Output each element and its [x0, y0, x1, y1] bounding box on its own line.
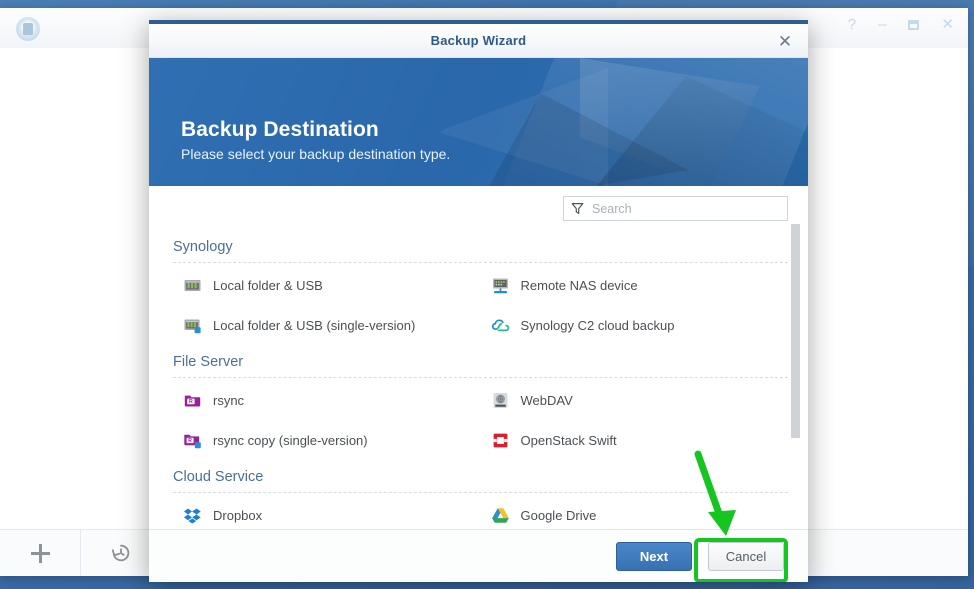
group-rows-file-server: R rsync WebDAV R rsync copy (single-vers… [173, 378, 788, 460]
synology-app-icon [16, 17, 40, 41]
nas-server-icon [491, 276, 510, 295]
dialog-content: Synology [149, 186, 808, 529]
destination-item-rsync-copy-single-version[interactable]: R rsync copy (single-version) [173, 420, 481, 460]
background-window-controls: ? – ✕ [848, 17, 954, 32]
search-input[interactable] [590, 200, 787, 217]
desktop-background: ? – ✕ Backup Wizard ✕ Backup Destination… [0, 0, 974, 589]
next-button[interactable]: Next [616, 541, 692, 571]
local-drive-icon [183, 276, 202, 295]
destination-label: Dropbox [213, 507, 263, 523]
destination-group-cloud-service: Cloud Service Dropbox Google Drive [173, 460, 788, 529]
help-icon[interactable]: ? [848, 17, 856, 32]
destination-list-scrollbar[interactable] [791, 224, 800, 521]
destination-label: OpenStack Swift [520, 432, 617, 448]
history-clock-icon [111, 544, 130, 562]
dialog-banner: Backup Destination Please select your ba… [149, 58, 808, 186]
banner-text-block: Backup Destination Please select your ba… [181, 118, 450, 162]
destination-item-remote-nas-device[interactable]: Remote NAS device [481, 265, 789, 305]
page-subtitle: Please select your backup destination ty… [181, 146, 451, 162]
search-box[interactable] [563, 196, 788, 221]
dropbox-icon [183, 506, 202, 525]
destination-label: Remote NAS device [520, 277, 638, 293]
search-row [563, 196, 788, 221]
group-rows-synology: Local folder & USB Remote NAS device Loc… [173, 263, 788, 345]
close-icon[interactable]: ✕ [941, 17, 954, 32]
destination-label: Local folder & USB [213, 277, 323, 293]
group-title-cloud-service: Cloud Service [173, 460, 788, 493]
destination-label: WebDAV [520, 392, 573, 408]
plus-icon [30, 543, 50, 563]
minimize-icon[interactable]: – [878, 17, 886, 32]
webdav-disk-icon [491, 391, 510, 410]
destination-list: Synology Local folder & USB Remote NAS d… [149, 230, 808, 529]
destination-label: rsync copy (single-version) [213, 432, 368, 448]
destination-label: rsync [213, 392, 245, 408]
destination-group-synology: Synology Local folder & USB Remote NAS d… [173, 230, 788, 345]
destination-item-synology-c2-cloud-backup[interactable]: Synology C2 cloud backup [481, 305, 789, 345]
destination-label: Google Drive [520, 507, 597, 523]
svg-text:R: R [189, 399, 193, 405]
scrollbar-thumb[interactable] [791, 224, 800, 438]
c2-cloud-icon [491, 316, 510, 335]
destination-item-local-folder-usb[interactable]: Local folder & USB [173, 265, 481, 305]
group-title-file-server: File Server [173, 345, 788, 378]
destination-item-google-drive[interactable]: Google Drive [481, 495, 789, 529]
svg-text:R: R [188, 438, 192, 444]
local-drive-single-version-icon [183, 316, 202, 335]
destination-item-webdav[interactable]: WebDAV [481, 380, 789, 420]
rsync-copy-folder-icon: R [183, 431, 202, 450]
group-rows-cloud-service: Dropbox Google Drive [173, 493, 788, 529]
openstack-swift-icon [491, 431, 510, 450]
dialog-titlebar: Backup Wizard ✕ [149, 24, 808, 58]
cancel-button[interactable]: Cancel [708, 541, 784, 571]
destination-item-rsync[interactable]: R rsync [173, 380, 481, 420]
destination-group-file-server: File Server R rsync WebDAV R rsync copy … [173, 345, 788, 460]
dialog-title: Backup Wizard [430, 33, 527, 48]
restore-icon[interactable] [908, 19, 920, 30]
destination-label: Synology C2 cloud backup [520, 317, 675, 333]
google-drive-icon [491, 506, 510, 525]
backup-wizard-dialog: Backup Wizard ✕ Backup Destination Pleas… [149, 20, 808, 582]
dialog-footer: Next Cancel [149, 529, 808, 582]
destination-item-openstack-swift[interactable]: OpenStack Swift [481, 420, 789, 460]
add-task-button[interactable] [0, 530, 81, 576]
dialog-close-icon[interactable]: ✕ [772, 28, 798, 54]
rsync-folder-icon: R [183, 391, 202, 410]
group-title-synology: Synology [173, 230, 788, 263]
destination-item-dropbox[interactable]: Dropbox [173, 495, 481, 529]
funnel-icon [571, 203, 584, 214]
destination-label: Local folder & USB (single-version) [213, 317, 416, 333]
destination-item-local-folder-usb-single-version[interactable]: Local folder & USB (single-version) [173, 305, 481, 345]
page-title: Backup Destination [181, 118, 379, 141]
